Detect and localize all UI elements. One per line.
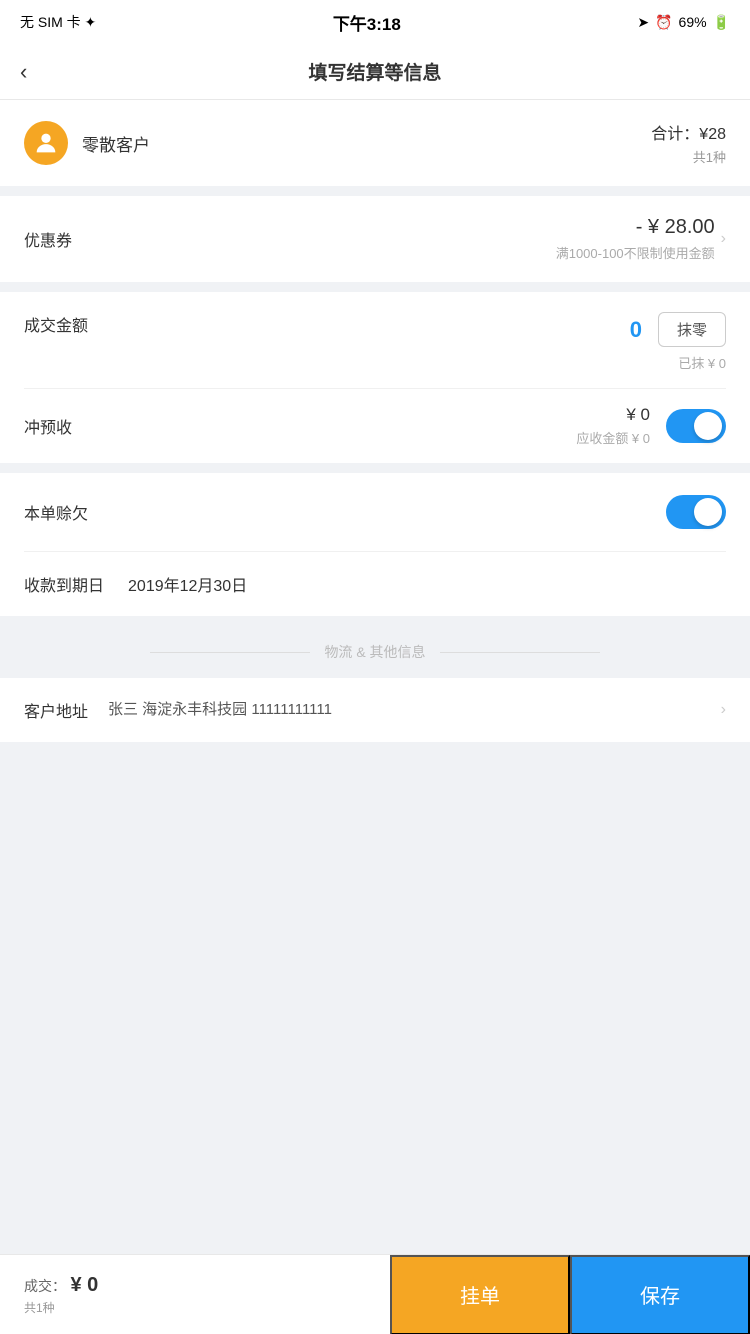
battery-icon: 🔋 [713,14,730,31]
bottom-deal-line: 成交： ¥ 0 [24,1274,366,1297]
customer-count: 共1种 [651,147,726,166]
round-zero-button[interactable]: 抹零 [658,312,726,347]
sim-status: 无 SIM 卡 ✦ [20,12,96,32]
deal-card: 成交金额 0 抹零 已抹 ¥ 0 冲预收 ¥ 0 应收金额 ¥ 0 [0,292,750,463]
address-row[interactable]: 客户地址 张三 海淀永丰科技园 11111111111 › [0,678,750,742]
address-card[interactable]: 客户地址 张三 海淀永丰科技园 11111111111 › [0,678,750,742]
prepay-values: ¥ 0 应收金额 ¥ 0 [576,405,650,447]
toggle-knob [694,412,722,440]
deal-label: 成交金额 [24,312,88,336]
coupon-right: - ¥ 28.00 满1000-100不限制使用金额 › [556,216,726,262]
coupon-row[interactable]: 优惠券 - ¥ 28.00 满1000-100不限制使用金额 › [0,196,750,282]
battery-text: 69% [679,14,707,30]
section-label-text: 物流 & 其他信息 [324,642,425,662]
page-title: 填写结算等信息 [308,58,441,85]
bottom-count: 共1种 [24,1299,366,1316]
divider-line-left [150,652,310,653]
customer-name: 零散客户 [82,131,150,156]
coupon-desc: 满1000-100不限制使用金额 [556,243,715,262]
customer-row: 零散客户 合计：¥28 共1种 [0,100,750,186]
chevron-right-icon: › [721,230,726,248]
bottom-amount: ¥ 0 [70,1274,98,1296]
coupon-label: 优惠券 [24,227,72,251]
due-value: 2019年12月30日 [128,572,247,596]
address-left: 客户地址 张三 海淀永丰科技园 11111111111 [24,698,332,722]
back-button[interactable]: ‹ [20,59,27,85]
debt-row: 本单赊欠 [0,473,750,551]
bottom-summary: 成交： ¥ 0 共1种 [0,1274,390,1316]
coupon-card[interactable]: 优惠券 - ¥ 28.00 满1000-100不限制使用金额 › [0,196,750,282]
hang-button[interactable]: 挂单 [390,1255,570,1334]
bottom-deal-label: 成交： [24,1278,66,1294]
section-divider: 物流 & 其他信息 [0,626,750,678]
bottom-bar: 成交： ¥ 0 共1种 挂单 保存 [0,1254,750,1334]
prepay-row: 冲预收 ¥ 0 应收金额 ¥ 0 [0,389,750,463]
status-left: 无 SIM 卡 ✦ [20,12,96,32]
due-label: 收款到期日 [24,572,104,596]
deal-sub: 已抹 ¥ 0 [0,353,750,388]
address-value: 张三 海淀永丰科技园 11111111111 [108,698,332,722]
customer-total: 合计：¥28 [651,120,726,144]
coupon-amount: - ¥ 28.00 [556,216,715,239]
prepay-amount: ¥ 0 [576,405,650,425]
deal-row: 成交金额 0 抹零 [0,292,750,353]
address-label: 客户地址 [24,698,88,722]
status-time: 下午3:18 [333,10,401,35]
customer-card: 零散客户 合计：¥28 共1种 [0,100,750,186]
prepay-receivable: 应收金额 ¥ 0 [576,428,650,447]
nav-bar: ‹ 填写结算等信息 [0,44,750,100]
alarm-icon: ⏰ [655,14,672,31]
deal-number: 0 [630,317,642,343]
avatar [24,121,68,165]
due-row: 收款到期日 2019年12月30日 [0,552,750,616]
prepay-right: ¥ 0 应收金额 ¥ 0 [576,405,726,447]
deal-value-area: 0 抹零 [630,312,726,347]
customer-left: 零散客户 [24,121,150,165]
prepay-label: 冲预收 [24,414,72,438]
debt-card: 本单赊欠 收款到期日 2019年12月30日 [0,473,750,616]
location-icon: ➤ [637,14,649,31]
save-button[interactable]: 保存 [570,1255,750,1334]
debt-label: 本单赊欠 [24,500,88,524]
address-chevron-icon: › [721,701,726,719]
divider-line-right [440,652,600,653]
coupon-value: - ¥ 28.00 满1000-100不限制使用金额 [556,216,715,262]
status-right: ➤ ⏰ 69% 🔋 [637,14,730,31]
customer-right: 合计：¥28 共1种 [651,120,726,166]
debt-toggle[interactable] [666,495,726,529]
content: 零散客户 合计：¥28 共1种 优惠券 - ¥ 28.00 满1000-100不… [0,100,750,842]
debt-toggle-knob [694,498,722,526]
status-bar: 无 SIM 卡 ✦ 下午3:18 ➤ ⏰ 69% 🔋 [0,0,750,44]
prepay-toggle[interactable] [666,409,726,443]
